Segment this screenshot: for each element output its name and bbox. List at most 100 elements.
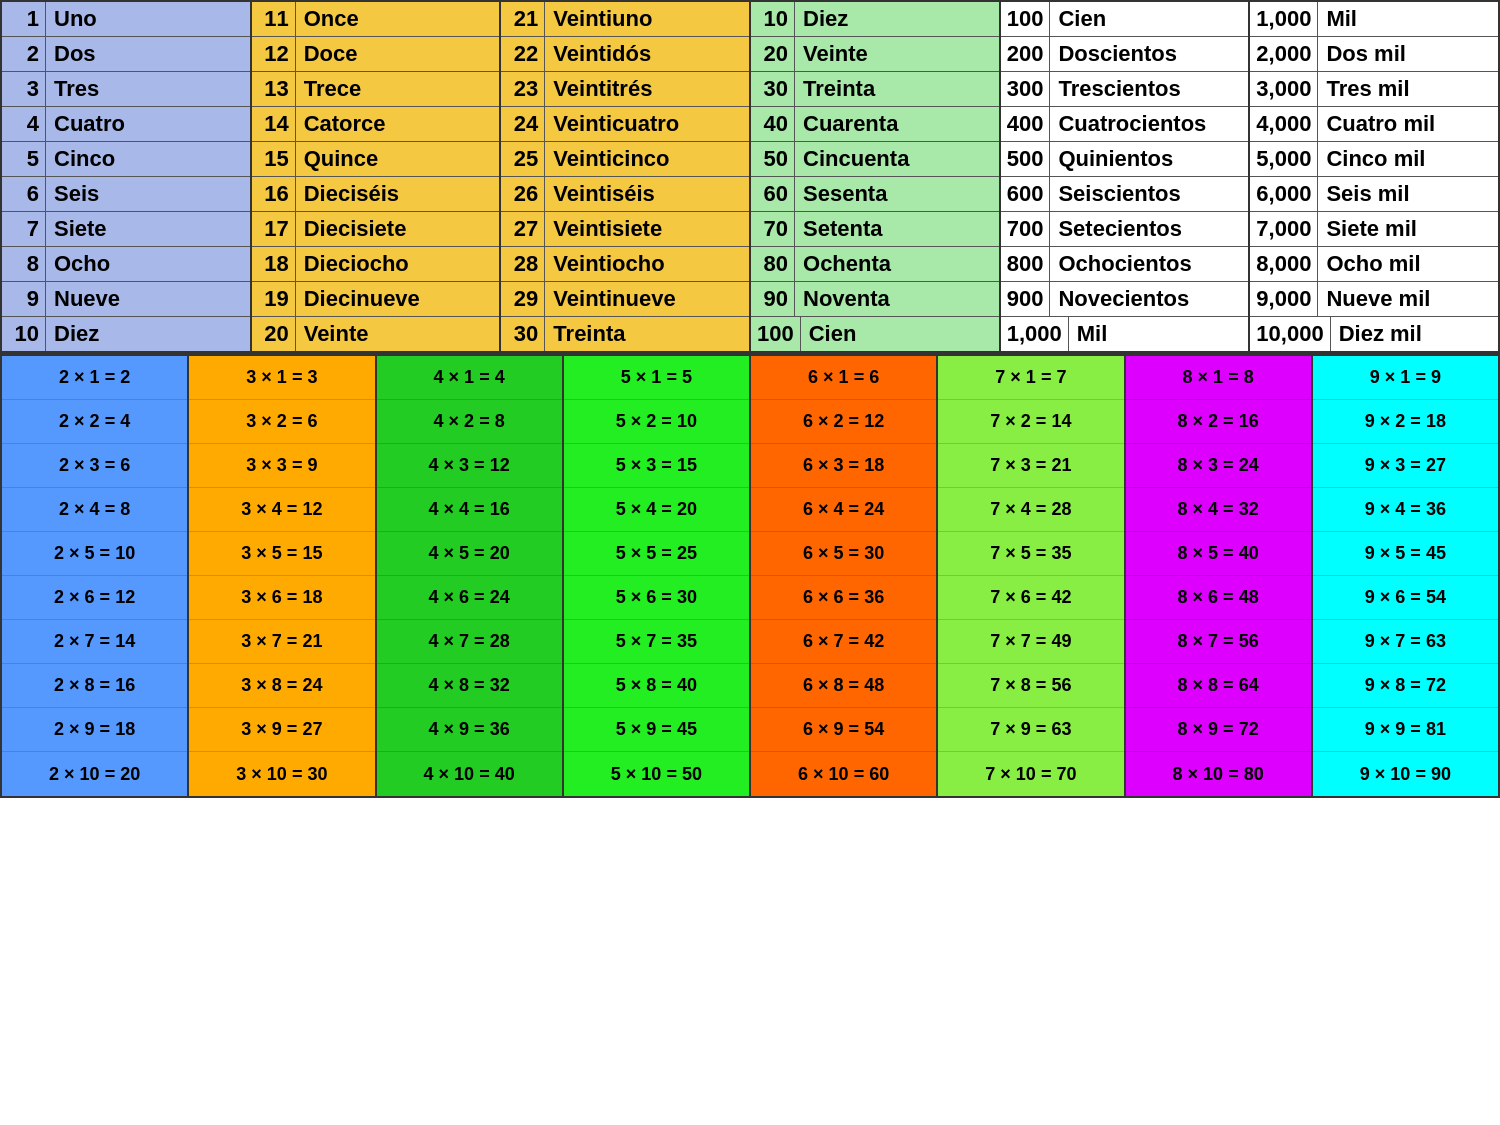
number-row: 80Ochenta — [751, 247, 999, 282]
number-row: 600Seiscientos — [1001, 177, 1249, 212]
mult-row: 9 × 7 = 63 — [1313, 620, 1498, 664]
number-word: Ocho mil — [1318, 247, 1498, 281]
number-digit: 26 — [501, 177, 545, 211]
number-row: 9Nueve — [2, 282, 250, 317]
number-row: 8Ocho — [2, 247, 250, 282]
number-row: 22Veintidós — [501, 37, 749, 72]
number-digit: 5,000 — [1250, 142, 1318, 176]
number-word: Veintiséis — [545, 177, 749, 211]
number-digit: 30 — [501, 317, 545, 351]
number-row: 24Veinticuatro — [501, 107, 749, 142]
number-digit: 14 — [252, 107, 296, 141]
number-row: 20Veinte — [751, 37, 999, 72]
number-row: 3,000Tres mil — [1250, 72, 1498, 107]
number-row: 16Dieciséis — [252, 177, 500, 212]
mult-row: 3 × 6 = 18 — [189, 576, 374, 620]
mult-row: 6 × 3 = 18 — [751, 444, 936, 488]
number-word: Ocho — [46, 247, 250, 281]
number-digit: 19 — [252, 282, 296, 316]
number-word: Diez mil — [1331, 317, 1498, 351]
number-row: 1Uno — [2, 2, 250, 37]
number-row: 23Veintitrés — [501, 72, 749, 107]
number-word: Veintiocho — [545, 247, 749, 281]
number-digit: 40 — [751, 107, 795, 141]
mult-column-9: 9 × 1 = 99 × 2 = 189 × 3 = 279 × 4 = 369… — [1313, 356, 1498, 796]
number-digit: 8,000 — [1250, 247, 1318, 281]
mult-row: 8 × 6 = 48 — [1126, 576, 1311, 620]
number-digit: 12 — [252, 37, 296, 71]
number-word: Diecisiete — [296, 212, 500, 246]
number-word: Seis — [46, 177, 250, 211]
mult-row: 5 × 7 = 35 — [564, 620, 749, 664]
number-digit: 16 — [252, 177, 296, 211]
number-row: 800Ochocientos — [1001, 247, 1249, 282]
number-word: Veinte — [795, 37, 999, 71]
number-word: Siete — [46, 212, 250, 246]
number-row: 7Siete — [2, 212, 250, 247]
number-digit: 800 — [1001, 247, 1051, 281]
number-word: Setenta — [795, 212, 999, 246]
mult-row: 8 × 2 = 16 — [1126, 400, 1311, 444]
mult-row: 9 × 4 = 36 — [1313, 488, 1498, 532]
mult-row: 8 × 4 = 32 — [1126, 488, 1311, 532]
mult-row: 7 × 5 = 35 — [938, 532, 1123, 576]
number-digit: 70 — [751, 212, 795, 246]
number-word: Cinco mil — [1318, 142, 1498, 176]
number-word: Trescientos — [1050, 72, 1248, 106]
number-digit: 9 — [2, 282, 46, 316]
mult-row: 7 × 2 = 14 — [938, 400, 1123, 444]
number-word: Quince — [296, 142, 500, 176]
mult-row: 5 × 5 = 25 — [564, 532, 749, 576]
number-row: 28Veintiocho — [501, 247, 749, 282]
number-word: Veinte — [296, 317, 500, 351]
number-digit: 100 — [1001, 2, 1051, 36]
mult-column-2: 2 × 1 = 22 × 2 = 42 × 3 = 62 × 4 = 82 × … — [2, 356, 189, 796]
number-row: 90Noventa — [751, 282, 999, 317]
number-row: 400Cuatrocientos — [1001, 107, 1249, 142]
number-word: Cincuenta — [795, 142, 999, 176]
number-word: Dieciocho — [296, 247, 500, 281]
mult-row: 8 × 3 = 24 — [1126, 444, 1311, 488]
number-row: 15Quince — [252, 142, 500, 177]
mult-row: 5 × 3 = 15 — [564, 444, 749, 488]
mult-row: 4 × 9 = 36 — [377, 708, 562, 752]
number-row: 11Once — [252, 2, 500, 37]
number-row: 12Doce — [252, 37, 500, 72]
number-digit: 10 — [2, 317, 46, 351]
number-word: Cien — [801, 317, 999, 351]
mult-row: 4 × 3 = 12 — [377, 444, 562, 488]
number-digit: 1,000 — [1250, 2, 1318, 36]
mult-row: 5 × 10 = 50 — [564, 752, 749, 796]
number-row: 2,000Dos mil — [1250, 37, 1498, 72]
number-digit: 25 — [501, 142, 545, 176]
mult-row: 7 × 1 = 7 — [938, 356, 1123, 400]
number-digit: 50 — [751, 142, 795, 176]
number-digit: 29 — [501, 282, 545, 316]
number-digit: 1 — [2, 2, 46, 36]
number-row: 700Setecientos — [1001, 212, 1249, 247]
mult-row: 9 × 2 = 18 — [1313, 400, 1498, 444]
mult-row: 2 × 9 = 18 — [2, 708, 187, 752]
mult-row: 2 × 8 = 16 — [2, 664, 187, 708]
number-row: 4,000Cuatro mil — [1250, 107, 1498, 142]
number-row: 19Diecinueve — [252, 282, 500, 317]
number-row: 8,000Ocho mil — [1250, 247, 1498, 282]
number-row: 1,000Mil — [1001, 317, 1249, 351]
number-digit: 2,000 — [1250, 37, 1318, 71]
number-row: 9,000Nueve mil — [1250, 282, 1498, 317]
number-digit: 3 — [2, 72, 46, 106]
number-word: Trece — [296, 72, 500, 106]
mult-row: 4 × 8 = 32 — [377, 664, 562, 708]
number-row: 1,000Mil — [1250, 2, 1498, 37]
number-digit: 20 — [252, 317, 296, 351]
number-digit: 7,000 — [1250, 212, 1318, 246]
number-row: 100Cien — [1001, 2, 1249, 37]
mult-row: 7 × 7 = 49 — [938, 620, 1123, 664]
mult-row: 9 × 6 = 54 — [1313, 576, 1498, 620]
number-word: Seiscientos — [1050, 177, 1248, 211]
number-column-col3: 21Veintiuno22Veintidós23Veintitrés24Vein… — [501, 2, 751, 351]
mult-row: 6 × 9 = 54 — [751, 708, 936, 752]
number-row: 5Cinco — [2, 142, 250, 177]
mult-row: 6 × 1 = 6 — [751, 356, 936, 400]
number-word: Diez — [46, 317, 250, 351]
